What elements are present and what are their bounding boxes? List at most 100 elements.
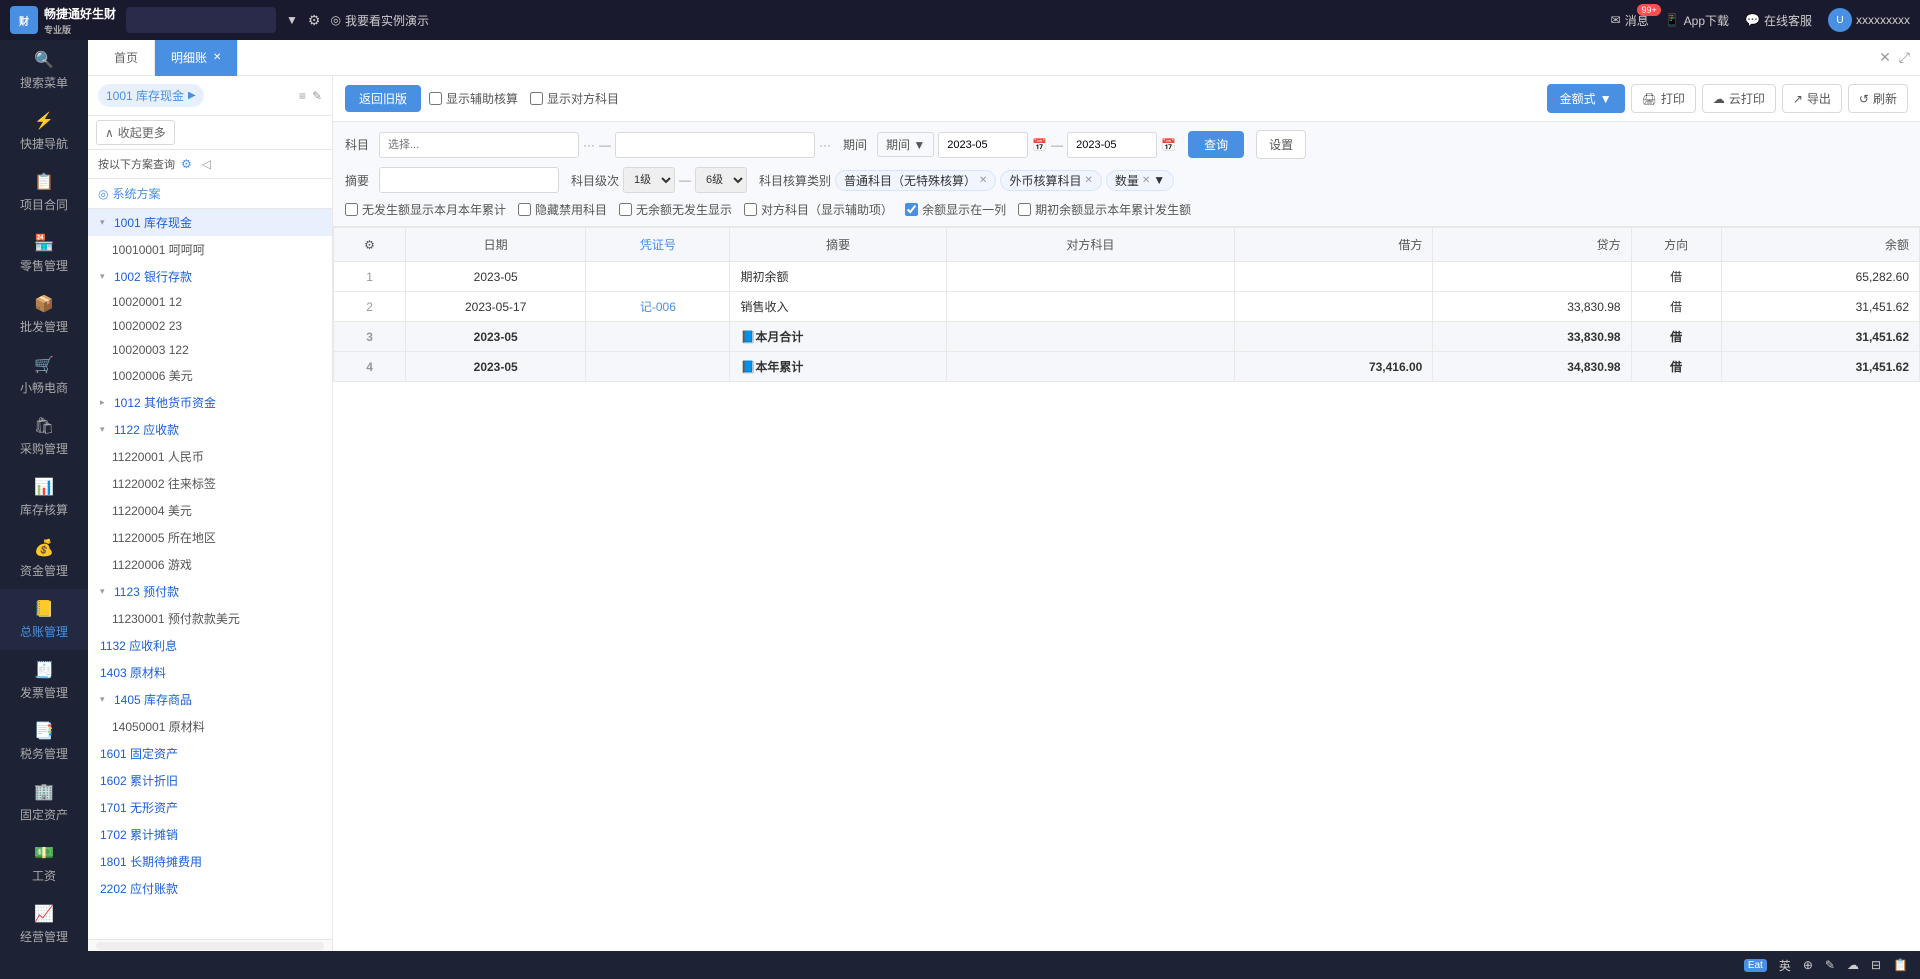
sidebar-item-project[interactable]: 📋 项目合同 [0, 162, 88, 223]
user-profile[interactable]: U xxxxxxxxx [1828, 8, 1910, 32]
tree-expand-1012[interactable]: ▸ [100, 397, 110, 408]
style-btn[interactable]: 金额式 ▼ [1547, 84, 1625, 113]
tree-node-1012[interactable]: ▸ 1012 其他货币资金 [88, 389, 332, 416]
topbar-search-dropdown[interactable]: ▼ [286, 13, 298, 27]
sidebar-item-assets[interactable]: 🏢 固定资产 [0, 772, 88, 833]
tab-detail-close[interactable]: ✕ [213, 52, 221, 63]
row-voucher-2[interactable]: 记-006 [586, 292, 730, 322]
tag-quantity-close[interactable]: ✕ [1142, 175, 1150, 186]
show-assist-checkbox[interactable]: 显示辅助核算 [429, 90, 518, 107]
show-assist-input[interactable] [429, 92, 442, 105]
bottom-eat-btn[interactable]: Eat [1744, 959, 1767, 972]
show-opposite-checkbox[interactable]: 显示对方科目 [530, 90, 619, 107]
tree-node-10010001[interactable]: 10010001 呵呵呵 [88, 236, 332, 263]
topbar-settings-icon[interactable]: ⚙ [308, 12, 321, 29]
sidebar-item-inventory[interactable]: 📊 库存核算 [0, 467, 88, 528]
sidebar-item-quicknav[interactable]: ⚡ 快捷导航 [0, 101, 88, 162]
cb-opening-input[interactable] [1018, 203, 1031, 216]
cb-no-balance[interactable]: 无余额无发生显示 [619, 201, 732, 218]
scheme-btn[interactable]: ◎ 系统方案 [98, 185, 322, 202]
tab-home[interactable]: 首页 [98, 40, 155, 76]
tree-node-11220006[interactable]: 11220006 游戏 [88, 551, 332, 578]
tree-expand-1001[interactable]: ▾ [100, 217, 110, 228]
cloud-print-btn[interactable]: ☁ 云打印 [1702, 84, 1776, 113]
tree-node-1602[interactable]: 1602 累计折旧 [88, 767, 332, 794]
cb-opening[interactable]: 期初余额显示本年累计发生额 [1018, 201, 1191, 218]
tree-node-11220002[interactable]: 11220002 往来标签 [88, 470, 332, 497]
tabs-maximize-icon[interactable]: ⤢ [1899, 49, 1910, 66]
tree-expand-1122[interactable]: ▾ [100, 424, 110, 435]
message-btn[interactable]: ✉ 消息 99+ [1611, 12, 1649, 29]
sidebar-item-finance[interactable]: 💰 资金管理 [0, 528, 88, 589]
sidebar-item-ledger[interactable]: 📒 总账管理 [0, 589, 88, 650]
query-settings-btn[interactable]: 设置 [1256, 130, 1306, 159]
tree-expand-1405[interactable]: ▾ [100, 694, 110, 705]
back-btn[interactable]: 返回旧版 [345, 85, 421, 112]
filter-settings-icon[interactable]: ⚙ [181, 157, 192, 171]
tree-node-1122[interactable]: ▾ 1122 应收款 [88, 416, 332, 443]
sidebar-item-operations[interactable]: 📈 经营管理 [0, 894, 88, 951]
tree-node-1801[interactable]: 1801 长期待摊费用 [88, 848, 332, 875]
tree-node-1405[interactable]: ▾ 1405 库存商品 [88, 686, 332, 713]
sidebar-item-purchase[interactable]: 🛍 采购管理 [0, 406, 88, 467]
left-arrow-icon[interactable]: ◁ [202, 157, 211, 171]
tree-node-1002[interactable]: ▾ 1002 银行存款 [88, 263, 332, 290]
tree-node-1123[interactable]: ▾ 1123 预付款 [88, 578, 332, 605]
level-start-select[interactable]: 1级 [623, 167, 675, 193]
tag-quantity-expand[interactable]: ▼ [1153, 173, 1165, 187]
topbar-search-input[interactable] [126, 7, 276, 33]
tag-foreign-close[interactable]: ✕ [1084, 175, 1092, 186]
tree-node-1403[interactable]: 1403 原材料 [88, 659, 332, 686]
cb-one-col-input[interactable] [905, 203, 918, 216]
cb-no-balance-input[interactable] [619, 203, 632, 216]
tree-expand-1123[interactable]: ▾ [100, 586, 110, 597]
tree-node-1702[interactable]: 1702 累计摊销 [88, 821, 332, 848]
tree-expand-1002[interactable]: ▾ [100, 271, 110, 282]
refresh-btn[interactable]: ↺ 刷新 [1848, 84, 1908, 113]
level-end-select[interactable]: 6级 [695, 167, 747, 193]
app-download-btn[interactable]: 📱 App下载 [1665, 12, 1729, 29]
tree-node-1001[interactable]: ▾ 1001 库存现金 [88, 209, 332, 236]
period-cal-start[interactable]: 📅 [1032, 138, 1047, 152]
subject-end-input[interactable] [615, 132, 815, 158]
cb-no-amount-input[interactable] [345, 203, 358, 216]
period-start-input[interactable] [938, 132, 1028, 158]
bottom-cloud-btn[interactable]: ☁ [1847, 958, 1859, 972]
subject-input[interactable] [379, 132, 579, 158]
period-type-select[interactable]: 期间 ▼ [877, 132, 934, 157]
settings-icon[interactable]: ⚙ [364, 238, 375, 252]
horizontal-scrollbar[interactable] [96, 942, 324, 950]
tab-detail[interactable]: 明细账 ✕ [155, 40, 238, 76]
subject-tag[interactable]: 1001 库存现金 ▶ [98, 84, 204, 107]
tree-node-10020001[interactable]: 10020001 12 [88, 290, 332, 314]
tree-node-11230001[interactable]: 11230001 预付款款美元 [88, 605, 332, 632]
cb-hide-disabled-input[interactable] [518, 203, 531, 216]
tree-node-10020002[interactable]: 10020002 23 [88, 314, 332, 338]
panel-list-icon[interactable]: ≡ [299, 89, 306, 103]
period-cal-end[interactable]: 📅 [1161, 138, 1176, 152]
cb-no-amount[interactable]: 无发生额显示本月本年累计 [345, 201, 506, 218]
cb-one-col[interactable]: 余额显示在一列 [905, 201, 1006, 218]
sidebar-item-search[interactable]: 🔍 搜索菜单 [0, 40, 88, 101]
summary-input[interactable] [379, 167, 559, 193]
sidebar-item-retail[interactable]: 🏪 零售管理 [0, 223, 88, 284]
demo-link[interactable]: ◎ 我要看实例演示 [330, 12, 429, 29]
export-btn[interactable]: ↗ 导出 [1782, 84, 1842, 113]
sidebar-item-wholesale[interactable]: 📦 批发管理 [0, 284, 88, 345]
bottom-minus-btn[interactable]: ⊟ [1871, 958, 1881, 972]
bottom-add-btn[interactable]: ⊕ [1803, 958, 1813, 972]
tree-node-11220004[interactable]: 11220004 美元 [88, 497, 332, 524]
tree-node-1701[interactable]: 1701 无形资产 [88, 794, 332, 821]
tag-normal-close[interactable]: ✕ [979, 175, 987, 186]
online-service-btn[interactable]: 💬 在线客服 [1745, 12, 1812, 29]
tree-node-11220001[interactable]: 11220001 人民币 [88, 443, 332, 470]
collapse-more-btn[interactable]: ∧ 收起更多 [96, 120, 175, 145]
tree-node-10020003[interactable]: 10020003 122 [88, 338, 332, 362]
tree-node-10020006[interactable]: 10020006 美元 [88, 362, 332, 389]
sidebar-item-invoice[interactable]: 🧾 发票管理 [0, 650, 88, 711]
bottom-clipboard-btn[interactable]: 📋 [1893, 958, 1908, 972]
cb-opposite-input[interactable] [744, 203, 757, 216]
sidebar-item-salary[interactable]: 💵 工资 [0, 833, 88, 894]
period-end-input[interactable] [1067, 132, 1157, 158]
tree-node-1132[interactable]: 1132 应收利息 [88, 632, 332, 659]
